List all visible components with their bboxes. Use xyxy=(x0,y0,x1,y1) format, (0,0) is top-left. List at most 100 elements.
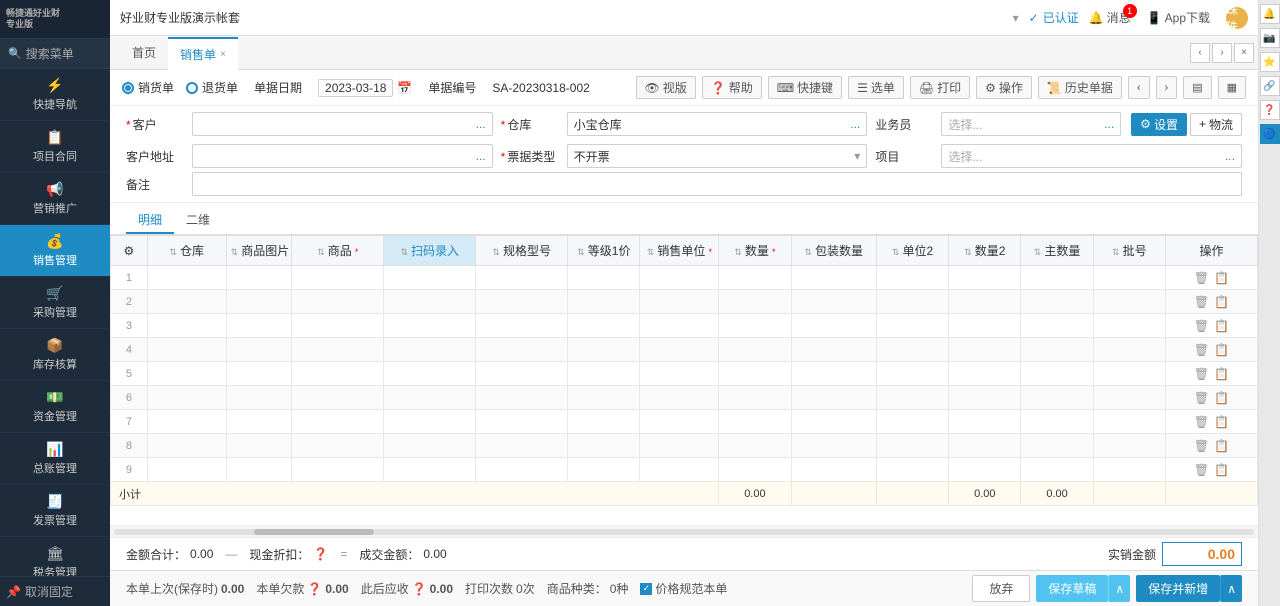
row-goods[interactable] xyxy=(292,434,384,458)
row-main[interactable] xyxy=(1021,338,1093,362)
table-row[interactable]: 4 🗑 📋 xyxy=(111,338,1258,362)
row-entry[interactable] xyxy=(384,458,476,482)
row-entry[interactable] xyxy=(384,338,476,362)
row-delete-btn[interactable]: 🗑 xyxy=(1192,269,1210,287)
col-qty2-header[interactable]: ⇅ 数量2 xyxy=(949,236,1021,266)
row-qty[interactable] xyxy=(719,290,791,314)
row-spec[interactable] xyxy=(476,386,568,410)
help-circle-icon[interactable]: ❓ xyxy=(313,547,328,561)
col-grade-header[interactable]: ⇅ 等级1价 xyxy=(568,236,640,266)
row-unit[interactable] xyxy=(640,338,719,362)
sidebar-search[interactable]: 🔍 搜索菜单 xyxy=(0,39,110,69)
logistics-btn[interactable]: + 物流 xyxy=(1190,113,1242,136)
table-row[interactable]: 8 🗑 📋 xyxy=(111,434,1258,458)
price-check-checkbox[interactable]: ✓ xyxy=(640,583,652,595)
row-warehouse[interactable] xyxy=(147,434,226,458)
row-qty[interactable] xyxy=(719,410,791,434)
card-view-btn[interactable]: ▦ xyxy=(1218,76,1246,99)
row-batch[interactable] xyxy=(1093,410,1165,434)
warehouse-input[interactable]: 小宝仓库 ... xyxy=(567,112,868,136)
row-batch[interactable] xyxy=(1093,386,1165,410)
row-unit2[interactable] xyxy=(876,386,948,410)
row-qty2[interactable] xyxy=(949,290,1021,314)
table-row[interactable]: 6 🗑 📋 xyxy=(111,386,1258,410)
row-copy-btn[interactable]: 📋 xyxy=(1212,437,1230,455)
col-unit2-header[interactable]: ⇅ 单位2 xyxy=(876,236,948,266)
right-panel-btn-1[interactable]: 🔔 xyxy=(1260,4,1280,24)
col-warehouse-header[interactable]: ⇅ 仓库 xyxy=(147,236,226,266)
row-qty[interactable] xyxy=(719,386,791,410)
row-qty2[interactable] xyxy=(949,266,1021,290)
row-qty[interactable] xyxy=(719,434,791,458)
row-pack[interactable] xyxy=(791,314,876,338)
row-img[interactable] xyxy=(226,386,292,410)
row-goods[interactable] xyxy=(292,362,384,386)
row-img[interactable] xyxy=(226,458,292,482)
scrollbar-thumb[interactable] xyxy=(254,529,374,535)
row-batch[interactable] xyxy=(1093,434,1165,458)
next-bill-btn[interactable]: › xyxy=(1156,76,1178,99)
customer-picker-btn[interactable]: ... xyxy=(476,117,486,131)
save-draft-arrow-button[interactable]: ∧ xyxy=(1108,575,1130,602)
table-row[interactable]: 2 🗑 📋 xyxy=(111,290,1258,314)
sidebar-item-account[interactable]: 📊 总账管理 xyxy=(0,433,110,485)
row-unit[interactable] xyxy=(640,314,719,338)
row-unit[interactable] xyxy=(640,434,719,458)
table-row[interactable]: 1 🗑 📋 xyxy=(111,266,1258,290)
row-main[interactable] xyxy=(1021,362,1093,386)
row-warehouse[interactable] xyxy=(147,458,226,482)
row-batch[interactable] xyxy=(1093,362,1165,386)
tab-close-all-button[interactable]: × xyxy=(1234,43,1254,63)
col-main-header[interactable]: ⇅ 主数量 xyxy=(1021,236,1093,266)
row-qty2[interactable] xyxy=(949,410,1021,434)
row-qty[interactable] xyxy=(719,266,791,290)
invoice-select[interactable]: 不开票 ▾ xyxy=(567,144,868,168)
row-main[interactable] xyxy=(1021,434,1093,458)
sidebar-item-tax[interactable]: 🏛 税务管理 xyxy=(0,537,110,576)
row-img[interactable] xyxy=(226,266,292,290)
shortcut-btn[interactable]: ⌨ 快捷键 xyxy=(768,76,842,99)
radio-sales[interactable]: 销货单 xyxy=(122,79,174,96)
row-img[interactable] xyxy=(226,362,292,386)
tab-prev-button[interactable]: ‹ xyxy=(1190,43,1210,63)
address-input[interactable]: ... xyxy=(192,144,493,168)
row-copy-btn[interactable]: 📋 xyxy=(1212,269,1230,287)
row-spec[interactable] xyxy=(476,266,568,290)
row-grade[interactable] xyxy=(568,410,640,434)
abandon-button[interactable]: 放弃 xyxy=(972,575,1030,602)
row-qty2[interactable] xyxy=(949,386,1021,410)
row-pack[interactable] xyxy=(791,338,876,362)
row-warehouse[interactable] xyxy=(147,266,226,290)
sidebar-item-project[interactable]: 📋 项目合同 xyxy=(0,121,110,173)
warehouse-picker-btn[interactable]: ... xyxy=(850,117,860,131)
row-pack[interactable] xyxy=(791,290,876,314)
row-delete-btn[interactable]: 🗑 xyxy=(1192,341,1210,359)
row-grade[interactable] xyxy=(568,338,640,362)
row-unit2[interactable] xyxy=(876,458,948,482)
row-delete-btn[interactable]: 🗑 xyxy=(1192,461,1210,479)
row-unit[interactable] xyxy=(640,458,719,482)
row-qty[interactable] xyxy=(719,338,791,362)
col-qty-header[interactable]: ⇅ 数量 * xyxy=(719,236,791,266)
sidebar-item-funds[interactable]: 💵 资金管理 xyxy=(0,381,110,433)
row-main[interactable] xyxy=(1021,386,1093,410)
row-qty2[interactable] xyxy=(949,314,1021,338)
row-spec[interactable] xyxy=(476,434,568,458)
row-delete-btn[interactable]: 🗑 xyxy=(1192,293,1210,311)
prev-bill-btn[interactable]: ‹ xyxy=(1128,76,1150,99)
col-goods-header[interactable]: ⇅ 商品 * xyxy=(292,236,384,266)
staff-picker-btn[interactable]: ... xyxy=(1104,117,1114,131)
row-img[interactable] xyxy=(226,290,292,314)
tab-2d[interactable]: 二维 xyxy=(174,207,222,234)
row-pack[interactable] xyxy=(791,266,876,290)
row-entry[interactable] xyxy=(384,266,476,290)
row-grade[interactable] xyxy=(568,314,640,338)
tab-next-button[interactable]: › xyxy=(1212,43,1232,63)
note-input[interactable] xyxy=(192,172,1242,196)
row-spec[interactable] xyxy=(476,338,568,362)
row-grade[interactable] xyxy=(568,434,640,458)
row-delete-btn[interactable]: 🗑 xyxy=(1192,365,1210,383)
row-warehouse[interactable] xyxy=(147,362,226,386)
row-img[interactable] xyxy=(226,338,292,362)
row-goods[interactable] xyxy=(292,266,384,290)
